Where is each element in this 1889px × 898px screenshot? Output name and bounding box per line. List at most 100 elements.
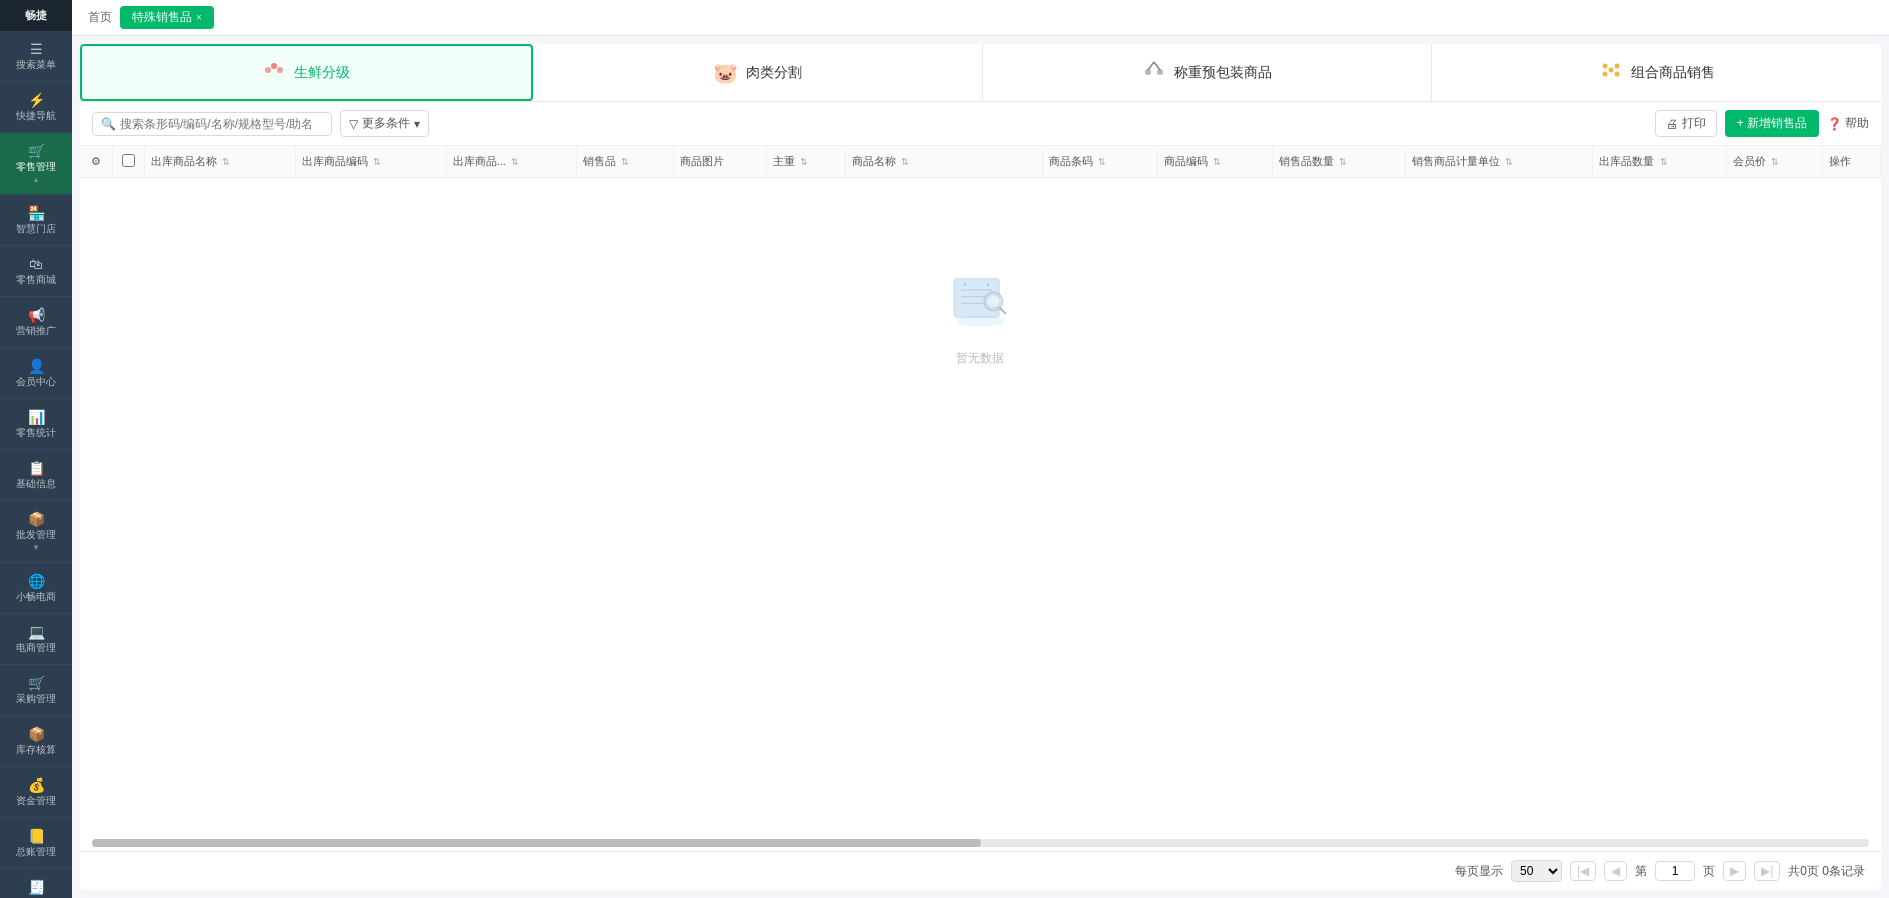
sidebar-item-retail-stats[interactable]: 📊 零售统计 bbox=[0, 399, 72, 450]
sidebar-item-invoice-manage[interactable]: 🧾 发票管理 bbox=[0, 869, 72, 898]
cat-tab-fresh-grade[interactable]: 生鲜分级 bbox=[80, 44, 533, 101]
cat-tab-meat-cut[interactable]: 🐷 肉类分割 bbox=[533, 44, 983, 101]
retail-manage-arrow: ▲ bbox=[32, 175, 40, 184]
data-table: ⚙ 出库商品名称 ⇅ 出库商品编码 ⇅ bbox=[80, 146, 1881, 447]
cat-tab-weigh-pack-label: 称重预包装商品 bbox=[1174, 64, 1272, 82]
wholesale-arrow: ▼ bbox=[32, 543, 40, 552]
sidebar-item-finance-manage[interactable]: 💰 资金管理 bbox=[0, 767, 72, 818]
help-button[interactable]: ❓ 帮助 bbox=[1827, 115, 1869, 132]
search-icon: 🔍 bbox=[101, 117, 116, 131]
th-goods-code[interactable]: 商品编码 ⇅ bbox=[1158, 146, 1273, 178]
svg-point-21 bbox=[964, 283, 967, 286]
sidebar-item-smart-store[interactable]: 🏪 智慧门店 bbox=[0, 195, 72, 246]
th-goods-barcode[interactable]: 商品条码 ⇅ bbox=[1043, 146, 1158, 178]
th-out-goods-name[interactable]: 出库商品名称 ⇅ bbox=[144, 146, 295, 178]
retail-manage-icon: 🛒 bbox=[28, 143, 45, 159]
sort-icon: ⇅ bbox=[373, 157, 381, 167]
page-size-select[interactable]: 50 100 200 bbox=[1511, 860, 1562, 882]
th-settings[interactable]: ⚙ bbox=[80, 146, 112, 178]
sidebar-item-ledger-manage[interactable]: 📒 总账管理 bbox=[0, 818, 72, 869]
close-tab-icon[interactable]: × bbox=[196, 12, 202, 23]
sidebar-item-retail-manage[interactable]: 🛒 零售管理 ▲ bbox=[0, 133, 72, 195]
sidebar-item-member-center[interactable]: 👤 会员中心 bbox=[0, 348, 72, 399]
th-main-weight[interactable]: 主重 ⇅ bbox=[767, 146, 846, 178]
sidebar-logo: 畅捷 bbox=[0, 0, 72, 31]
first-page-button[interactable]: |◀ bbox=[1570, 861, 1596, 881]
ecom-manage-icon: 💻 bbox=[28, 624, 45, 640]
ledger-icon: 📒 bbox=[28, 828, 45, 844]
th-goods-name[interactable]: 商品名称 ⇅ bbox=[846, 146, 1043, 178]
sort-icon: ⇅ bbox=[800, 157, 808, 167]
page-size-label: 每页显示 bbox=[1455, 863, 1503, 880]
table-header-row: ⚙ 出库商品名称 ⇅ 出库商品编码 ⇅ bbox=[80, 146, 1881, 178]
svg-line-20 bbox=[1000, 308, 1005, 313]
prev-page-button[interactable]: ◀ bbox=[1604, 861, 1627, 881]
sidebar-item-small-ecom[interactable]: 🌐 小畅电商 bbox=[0, 563, 72, 614]
filter-icon: ▽ bbox=[349, 117, 358, 131]
th-sale-unit[interactable]: 销售商品计量单位 ⇅ bbox=[1406, 146, 1593, 178]
sort-icon: ⇅ bbox=[901, 157, 909, 167]
purchase-icon: 🛒 bbox=[28, 675, 45, 691]
th-goods-image: 商品图片 bbox=[673, 146, 767, 178]
th-member-price[interactable]: 会员价 ⇅ bbox=[1726, 146, 1823, 178]
sidebar-item-quick-nav[interactable]: ⚡ 快捷导航 bbox=[0, 82, 72, 133]
sort-icon: ⇅ bbox=[511, 157, 519, 167]
sort-icon: ⇅ bbox=[1098, 157, 1106, 167]
svg-line-3 bbox=[1148, 62, 1154, 70]
search-input[interactable] bbox=[120, 117, 323, 131]
filter-button[interactable]: ▽ 更多条件 ▾ bbox=[340, 110, 429, 137]
th-sale-qty[interactable]: 销售品数量 ⇅ bbox=[1273, 146, 1406, 178]
cat-tab-combo-sell[interactable]: 组合商品销售 bbox=[1432, 44, 1881, 101]
cat-tab-meat-cut-label: 肉类分割 bbox=[746, 64, 802, 82]
basic-info-icon: 📋 bbox=[28, 460, 45, 476]
sort-icon: ⇅ bbox=[1771, 157, 1779, 167]
total-info: 共0页 0条记录 bbox=[1788, 863, 1865, 880]
th-out-qty[interactable]: 出库品数量 ⇅ bbox=[1593, 146, 1726, 178]
print-icon: 🖨 bbox=[1666, 117, 1678, 131]
next-page-button[interactable]: ▶ bbox=[1723, 861, 1746, 881]
page-number-input[interactable] bbox=[1655, 861, 1695, 881]
sort-icon: ⇅ bbox=[1339, 157, 1347, 167]
filter-arrow-icon: ▾ bbox=[414, 117, 420, 131]
horizontal-scroll[interactable] bbox=[92, 839, 1869, 847]
table-wrap: ⚙ 出库商品名称 ⇅ 出库商品编码 ⇅ bbox=[80, 146, 1881, 835]
sidebar-item-sales-promo[interactable]: 📢 营销推广 bbox=[0, 297, 72, 348]
sidebar-item-purchase-manage[interactable]: 🛒 采购管理 bbox=[0, 665, 72, 716]
sort-icon: ⇅ bbox=[1505, 157, 1513, 167]
retail-stats-icon: 📊 bbox=[28, 409, 45, 425]
sidebar-item-inventory-check[interactable]: 📦 库存核算 bbox=[0, 716, 72, 767]
th-out-goods-more[interactable]: 出库商品... ⇅ bbox=[446, 146, 576, 178]
sort-icon: ⇅ bbox=[222, 157, 230, 167]
topbar-active-tab[interactable]: 特殊销售品 × bbox=[120, 6, 214, 29]
th-checkbox[interactable] bbox=[112, 146, 144, 178]
invoice-icon: 🧾 bbox=[28, 879, 45, 895]
help-icon: ❓ bbox=[1827, 117, 1842, 131]
sidebar: 畅捷 ☰ 搜索菜单 ⚡ 快捷导航 🛒 零售管理 ▲ 🏪 智慧门店 🛍 零售商城 … bbox=[0, 0, 72, 898]
svg-point-10 bbox=[1602, 72, 1607, 77]
toolbar-right: 🖨 打印 + 新增销售品 ❓ 帮助 bbox=[1655, 110, 1869, 137]
print-button[interactable]: 🖨 打印 bbox=[1655, 110, 1717, 137]
select-all-checkbox[interactable] bbox=[122, 154, 135, 167]
sidebar-item-search-menu[interactable]: ☰ 搜索菜单 bbox=[0, 31, 72, 82]
svg-point-0 bbox=[265, 67, 271, 73]
page-body: 生鲜分级 🐷 肉类分割 称重预包装商品 bbox=[80, 44, 1881, 890]
sort-icon: ⇅ bbox=[621, 157, 629, 167]
last-page-button[interactable]: ▶| bbox=[1754, 861, 1780, 881]
sidebar-item-basic-info[interactable]: 📋 基础信息 bbox=[0, 450, 72, 501]
svg-point-8 bbox=[1608, 68, 1613, 73]
search-menu-icon: ☰ bbox=[30, 41, 43, 57]
horizontal-scroll-thumb[interactable] bbox=[92, 839, 981, 847]
cat-tab-weigh-pack[interactable]: 称重预包装商品 bbox=[983, 44, 1433, 101]
topbar-home-link[interactable]: 首页 bbox=[88, 9, 112, 26]
th-sale-goods[interactable]: 销售品 ⇅ bbox=[576, 146, 673, 178]
th-out-goods-code[interactable]: 出库商品编码 ⇅ bbox=[295, 146, 446, 178]
empty-state-row: 暂无数据 bbox=[80, 178, 1881, 448]
add-sales-button[interactable]: + 新增销售品 bbox=[1725, 110, 1819, 137]
svg-point-6 bbox=[1157, 69, 1163, 75]
combo-sell-icon bbox=[1599, 60, 1623, 85]
empty-state: 暂无数据 bbox=[80, 178, 1881, 447]
category-tabs: 生鲜分级 🐷 肉类分割 称重预包装商品 bbox=[80, 44, 1881, 102]
sidebar-item-wholesale-manage[interactable]: 📦 批发管理 ▼ bbox=[0, 501, 72, 563]
sidebar-item-retail-mall[interactable]: 🛍 零售商城 bbox=[0, 246, 72, 297]
sidebar-item-ecom-manage[interactable]: 💻 电商管理 bbox=[0, 614, 72, 665]
